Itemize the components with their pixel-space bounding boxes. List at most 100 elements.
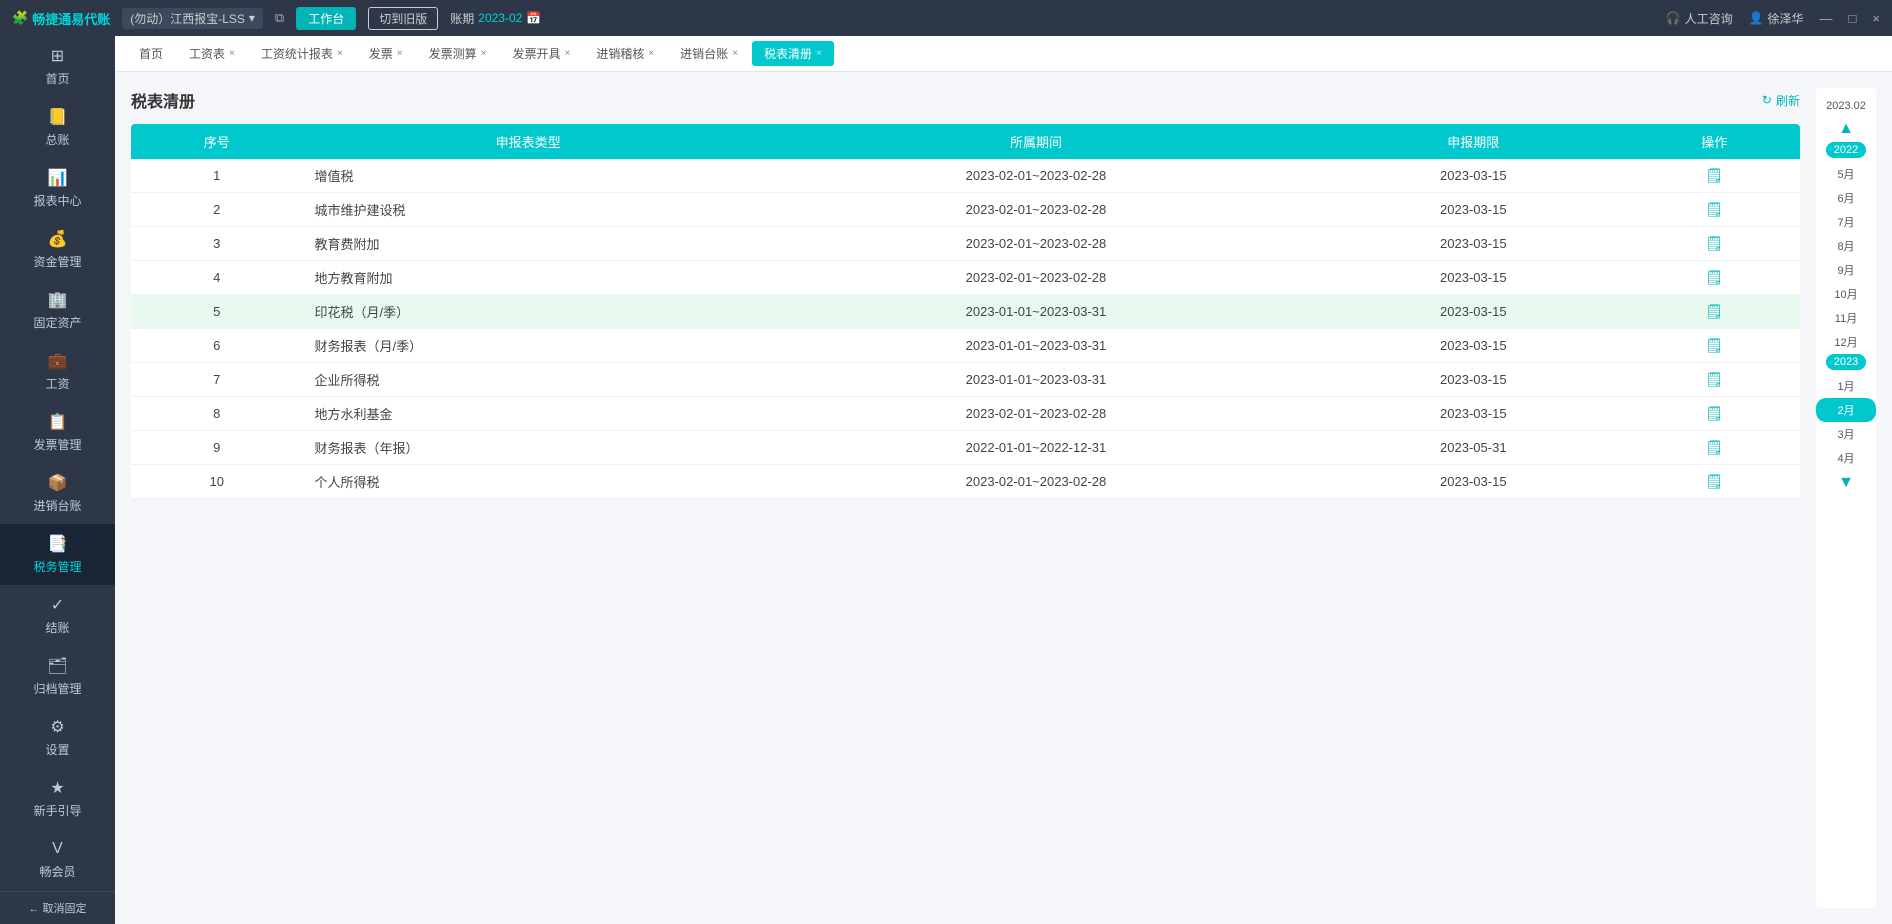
tab-tax-list[interactable]: 税表清册 ×: [752, 41, 834, 66]
timeline-month-3-2023[interactable]: 3月: [1816, 422, 1876, 446]
content-area: 首页 工资表 × 工资统计报表 × 发票 × 发票测算 × 发票开具 ×: [115, 36, 1892, 924]
user-service-label: 人工咨询: [1685, 10, 1733, 27]
sidebar-item-archive[interactable]: 🗂 归档管理: [0, 646, 115, 707]
timeline-year-2022[interactable]: 2022: [1826, 142, 1866, 158]
calendar-icon[interactable]: 📅: [526, 11, 541, 25]
action-icon[interactable]: 🗒: [1705, 201, 1723, 217]
action-icon[interactable]: 🗒: [1705, 269, 1723, 285]
action-icon[interactable]: 🗒: [1705, 473, 1723, 489]
cell-action[interactable]: 🗒: [1628, 227, 1800, 261]
sidebar-item-fund[interactable]: 💰 资金管理: [0, 219, 115, 280]
tab-purchase-check[interactable]: 进销稽核 ×: [584, 41, 666, 66]
action-icon[interactable]: 🗒: [1705, 235, 1723, 251]
tab-invoice-open[interactable]: 发票开具 ×: [500, 41, 582, 66]
workbench-button[interactable]: 工作台: [296, 7, 356, 30]
timeline-month-8[interactable]: 8月: [1816, 234, 1876, 258]
user-profile[interactable]: 👤 徐泽华: [1749, 10, 1804, 27]
cell-action[interactable]: 🗒: [1628, 465, 1800, 499]
sidebar-item-ledger[interactable]: 📒 总账: [0, 97, 115, 158]
user-icon: 👤: [1749, 11, 1764, 25]
timeline-month-11[interactable]: 11月: [1816, 306, 1876, 330]
cell-action[interactable]: 🗒: [1628, 397, 1800, 431]
timeline-down-button[interactable]: ▼: [1834, 470, 1858, 496]
switch-version-button[interactable]: 切到旧版: [368, 7, 438, 30]
tab-invoice[interactable]: 发票 ×: [357, 41, 415, 66]
action-icon[interactable]: 🗒: [1705, 303, 1723, 319]
sidebar-item-settle[interactable]: ✓ 结账: [0, 585, 115, 646]
cell-deadline: 2023-03-15: [1318, 363, 1628, 397]
timeline-month-5[interactable]: 5月: [1816, 162, 1876, 186]
tab-purchase-ledger-close[interactable]: ×: [732, 48, 738, 59]
timeline-month-2-2023[interactable]: 2月: [1816, 398, 1876, 422]
sidebar-item-tax[interactable]: 📑 税务管理: [0, 524, 115, 585]
unpin-button[interactable]: ← 取消固定: [0, 891, 115, 924]
cell-no: 7: [131, 363, 302, 397]
purchase-icon: 📦: [48, 473, 68, 493]
sidebar-item-salary[interactable]: 💼 工资: [0, 341, 115, 402]
sidebar-item-report[interactable]: 📊 报表中心: [0, 158, 115, 219]
timeline-up-button[interactable]: ▲: [1834, 116, 1858, 142]
table-row: 5 印花税（月/季） 2023-01-01~2023-03-31 2023-03…: [131, 295, 1800, 329]
company-selector[interactable]: (勿动）江西报宝-LSS ▾: [122, 8, 263, 29]
tab-invoice-calc-close[interactable]: ×: [481, 48, 487, 59]
refresh-button[interactable]: ↻ 刷新: [1762, 92, 1800, 109]
cell-action[interactable]: 🗒: [1628, 329, 1800, 363]
tab-tax-list-close[interactable]: ×: [816, 48, 822, 59]
sidebar-item-purchase[interactable]: 📦 进销台账: [0, 463, 115, 524]
minimize-icon[interactable]: —: [1820, 11, 1833, 26]
timeline-header: 2023.02: [1822, 96, 1870, 116]
sidebar-item-guide[interactable]: ★ 新手引导: [0, 768, 115, 829]
cell-type: 地方水利基金: [302, 397, 753, 431]
tab-invoice-close[interactable]: ×: [397, 48, 403, 59]
cell-deadline: 2023-03-15: [1318, 193, 1628, 227]
sidebar-item-invoice[interactable]: 📋 发票管理: [0, 402, 115, 463]
logo-icon: 🧩: [12, 10, 28, 26]
timeline-month-7[interactable]: 7月: [1816, 210, 1876, 234]
member-icon: V: [48, 839, 68, 859]
cell-action[interactable]: 🗒: [1628, 159, 1800, 193]
cell-action[interactable]: 🗒: [1628, 431, 1800, 465]
close-icon[interactable]: ×: [1872, 11, 1880, 26]
tab-salary-stat[interactable]: 工资统计报表 ×: [249, 41, 355, 66]
invoice-icon: 📋: [48, 412, 68, 432]
sidebar-item-settle-label: 结账: [45, 619, 69, 636]
tab-salary-close[interactable]: ×: [229, 48, 235, 59]
action-icon[interactable]: 🗒: [1705, 439, 1723, 455]
tab-invoice-calc[interactable]: 发票测算 ×: [417, 41, 499, 66]
action-icon[interactable]: 🗒: [1705, 337, 1723, 353]
tab-invoice-open-close[interactable]: ×: [564, 48, 570, 59]
sidebar-item-settings[interactable]: ⚙ 设置: [0, 707, 115, 768]
tab-home[interactable]: 首页: [127, 41, 175, 66]
timeline-month-9[interactable]: 9月: [1816, 258, 1876, 282]
period-value: 2023-02: [478, 11, 522, 25]
sidebar-item-home[interactable]: ⊞ 首页: [0, 36, 115, 97]
cell-action[interactable]: 🗒: [1628, 261, 1800, 295]
sidebar-item-assets[interactable]: 🏢 固定资产: [0, 280, 115, 341]
tab-purchase-check-close[interactable]: ×: [648, 48, 654, 59]
timeline-month-6[interactable]: 6月: [1816, 186, 1876, 210]
app-logo: 🧩 畅捷通易代账: [12, 9, 110, 28]
user-service[interactable]: 🎧 人工咨询: [1666, 10, 1733, 27]
maximize-icon[interactable]: □: [1849, 11, 1857, 26]
action-icon[interactable]: 🗒: [1705, 405, 1723, 421]
cell-action[interactable]: 🗒: [1628, 295, 1800, 329]
timeline-month-4-2023[interactable]: 4月: [1816, 446, 1876, 470]
timeline-month-1-2023[interactable]: 1月: [1816, 374, 1876, 398]
cell-action[interactable]: 🗒: [1628, 193, 1800, 227]
cell-no: 3: [131, 227, 302, 261]
tab-purchase-ledger-label: 进销台账: [680, 45, 728, 62]
timeline-year-2023[interactable]: 2023: [1826, 354, 1866, 370]
tab-invoice-label: 发票: [369, 45, 393, 62]
tab-tax-list-label: 税表清册: [764, 45, 812, 62]
period-label: 账期: [450, 10, 474, 27]
tab-purchase-ledger[interactable]: 进销台账 ×: [668, 41, 750, 66]
timeline-month-12[interactable]: 12月: [1816, 330, 1876, 354]
sidebar-item-member[interactable]: V 畅会员: [0, 829, 115, 890]
copy-icon[interactable]: ⧉: [275, 10, 284, 26]
tab-salary-stat-close[interactable]: ×: [337, 48, 343, 59]
cell-action[interactable]: 🗒: [1628, 363, 1800, 397]
action-icon[interactable]: 🗒: [1705, 371, 1723, 387]
action-icon[interactable]: 🗒: [1705, 167, 1723, 183]
timeline-month-10[interactable]: 10月: [1816, 282, 1876, 306]
tab-salary[interactable]: 工资表 ×: [177, 41, 247, 66]
